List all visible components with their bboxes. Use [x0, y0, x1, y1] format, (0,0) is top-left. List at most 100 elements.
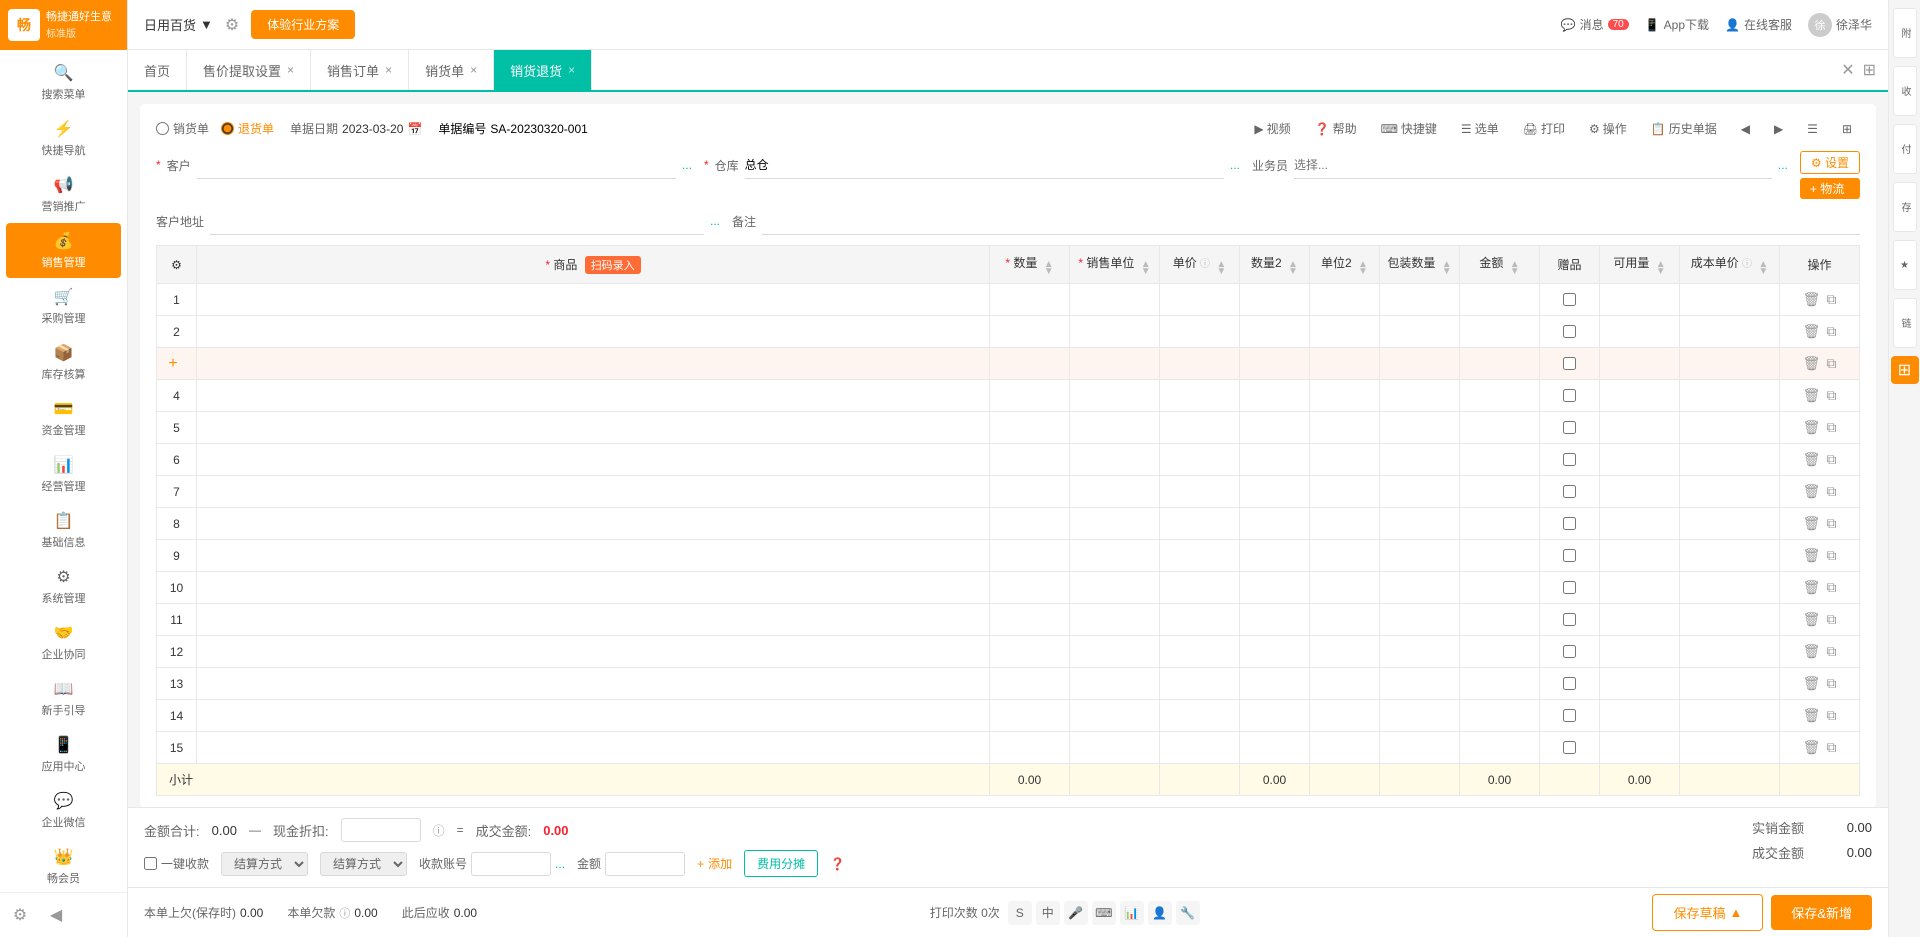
copy-row-4[interactable]: ⧉ [1826, 387, 1836, 404]
print-btn[interactable]: 🖨 打印 [1515, 116, 1573, 141]
save-new-button[interactable]: 保存&新增 [1771, 895, 1872, 930]
costprice-info-icon[interactable]: ⓘ [1742, 259, 1752, 270]
qty2-cell-2[interactable] [1240, 316, 1310, 348]
delete-row-12[interactable]: 🗑 [1803, 643, 1821, 660]
available-cell-2[interactable] [1600, 316, 1680, 348]
rp-btn-1[interactable]: 附 [1893, 8, 1917, 58]
sidebar-item-finance[interactable]: 💳 资金管理 [6, 391, 121, 446]
unit2-cell-3[interactable] [1310, 348, 1380, 380]
ime-btn-2[interactable]: 中 [1036, 901, 1060, 925]
bottom-amount-input[interactable] [605, 852, 685, 876]
copy-row-3[interactable]: ⧉ [1826, 355, 1836, 372]
discount-input[interactable] [341, 818, 421, 842]
remark-input[interactable] [762, 207, 1860, 235]
gift-checkbox-1[interactable] [1563, 293, 1576, 306]
copy-row-2[interactable]: ⧉ [1826, 323, 1836, 340]
warehouse-ellipsis[interactable]: ... [1230, 158, 1240, 172]
copy-row-9[interactable]: ⧉ [1826, 547, 1836, 564]
sidebar-item-sales[interactable]: 💰 销售管理 [6, 223, 121, 278]
sidebar-item-basic[interactable]: 📋 基础信息 [6, 503, 121, 558]
delete-row-7[interactable]: 🗑 [1803, 483, 1821, 500]
unit-cell-2[interactable] [1070, 316, 1160, 348]
sidebar-item-wechat[interactable]: 💬 企业微信 [6, 783, 121, 838]
costprice-sort[interactable]: ▲▼ [1758, 261, 1768, 275]
product-input-3[interactable] [203, 357, 983, 371]
pkgqty-cell-2[interactable] [1380, 316, 1460, 348]
user-menu[interactable]: 徐 徐泽华 [1808, 13, 1872, 37]
unit2-sort[interactable]: ▲▼ [1358, 261, 1368, 275]
salesperson-ellipsis[interactable]: ... [1778, 158, 1788, 172]
sidebar-item-operations[interactable]: 📊 经营管理 [6, 447, 121, 502]
one-click-payment[interactable]: 一键收款 [144, 855, 209, 872]
pkgqty-sort[interactable]: ▲▼ [1442, 261, 1452, 275]
rp-btn-4[interactable]: 存 [1893, 182, 1917, 232]
rp-btn-6[interactable]: 链 [1893, 298, 1917, 348]
collapse-btn[interactable]: ◀ [42, 901, 70, 929]
sidebar-item-inventory[interactable]: 📦 库存核算 [6, 335, 121, 390]
sidebar-item-search[interactable]: 🔍 搜索菜单 [6, 55, 121, 110]
add-expense-btn[interactable]: + 添加 [697, 855, 732, 872]
sidebar-item-enterprise[interactable]: 🤝 企业协同 [6, 615, 121, 670]
discount-info-icon[interactable]: ⓘ [433, 822, 445, 839]
unit-cell-1[interactable] [1070, 284, 1160, 316]
help-btn[interactable]: ❓ 帮助 [1307, 116, 1365, 141]
costprice-cell-2[interactable] [1680, 316, 1780, 348]
gift-cell-1[interactable] [1540, 284, 1600, 316]
copy-row-11[interactable]: ⧉ [1826, 611, 1836, 628]
delete-row-6[interactable]: 🗑 [1803, 451, 1821, 468]
operate-btn[interactable]: ⚙ 操作 [1581, 116, 1635, 141]
delete-row-5[interactable]: 🗑 [1803, 419, 1821, 436]
rp-btn-3[interactable]: 付 [1893, 124, 1917, 174]
available-sort[interactable]: ▲▼ [1656, 261, 1666, 275]
scan-btn[interactable]: 扫码录入 [585, 256, 641, 274]
save-draft-button[interactable]: 保存草稿 ▲ [1652, 894, 1763, 931]
amount-cell-2[interactable] [1460, 316, 1540, 348]
delete-row-13[interactable]: 🗑 [1803, 675, 1821, 692]
calculation-select[interactable]: 结算方式 [221, 852, 308, 876]
nav-prev-btn[interactable]: ◀ [1733, 118, 1758, 140]
price-sort[interactable]: ▲▼ [1216, 261, 1226, 275]
view-grid-btn[interactable]: ⊞ [1834, 118, 1860, 140]
experience-button[interactable]: 体验行业方案 [251, 10, 355, 39]
product-cell-2[interactable] [197, 316, 990, 348]
qty-cell-2[interactable] [990, 316, 1070, 348]
costprice-cell-3[interactable] [1680, 348, 1780, 380]
gift-checkbox-3[interactable] [1563, 357, 1576, 370]
ime-btn-7[interactable]: 🔧 [1176, 901, 1200, 925]
tab-home[interactable]: 首页 [128, 50, 187, 90]
ime-btn-1[interactable]: S [1008, 901, 1032, 925]
tab-close-all-btn[interactable]: ✕ [1841, 60, 1854, 80]
qty2-cell-1[interactable] [1240, 284, 1310, 316]
delete-row-10[interactable]: 🗑 [1803, 579, 1821, 596]
calendar-icon[interactable]: 📅 [407, 122, 422, 136]
amount-cell-3[interactable] [1460, 348, 1540, 380]
gift-checkbox-2[interactable] [1563, 325, 1576, 338]
qty-cell-3[interactable] [990, 348, 1070, 380]
gift-cell-3[interactable] [1540, 348, 1600, 380]
tab-price-settings[interactable]: 售价提取设置 × [187, 50, 311, 90]
delete-row-11[interactable]: 🗑 [1803, 611, 1821, 628]
qty2-sort[interactable]: ▲▼ [1288, 261, 1298, 275]
address-ellipsis[interactable]: ... [710, 214, 720, 228]
radio-return[interactable]: 退货单 [221, 120, 274, 137]
tab-sales-order[interactable]: 销售订单 × [311, 50, 409, 90]
rp-btn-5[interactable]: ★ [1893, 240, 1917, 290]
radio-sales[interactable]: 销货单 [156, 120, 209, 137]
copy-row-14[interactable]: ⧉ [1826, 707, 1836, 724]
sidebar-item-marketing[interactable]: 📢 营销推广 [6, 167, 121, 222]
date-value[interactable]: 2023-03-20 [342, 122, 403, 136]
delete-row-14[interactable]: 🗑 [1803, 707, 1821, 724]
history-btn[interactable]: 📋 历史单据 [1643, 116, 1725, 141]
rp-orange-btn[interactable]: ⊞ [1891, 356, 1919, 384]
view-list-btn[interactable]: ☰ [1799, 118, 1826, 140]
delete-row-4[interactable]: 🗑 [1803, 387, 1821, 404]
ime-btn-5[interactable]: 📊 [1120, 901, 1144, 925]
one-click-payment-checkbox[interactable] [144, 857, 157, 870]
price-cell-2[interactable] [1160, 316, 1240, 348]
select-btn[interactable]: ☰ 选单 [1453, 116, 1507, 141]
account-ellipsis[interactable]: ... [555, 857, 565, 871]
product-cell-1[interactable] [197, 284, 990, 316]
sidebar-item-apps[interactable]: 📱 应用中心 [6, 727, 121, 782]
unit2-cell-1[interactable] [1310, 284, 1380, 316]
copy-row-10[interactable]: ⧉ [1826, 579, 1836, 596]
